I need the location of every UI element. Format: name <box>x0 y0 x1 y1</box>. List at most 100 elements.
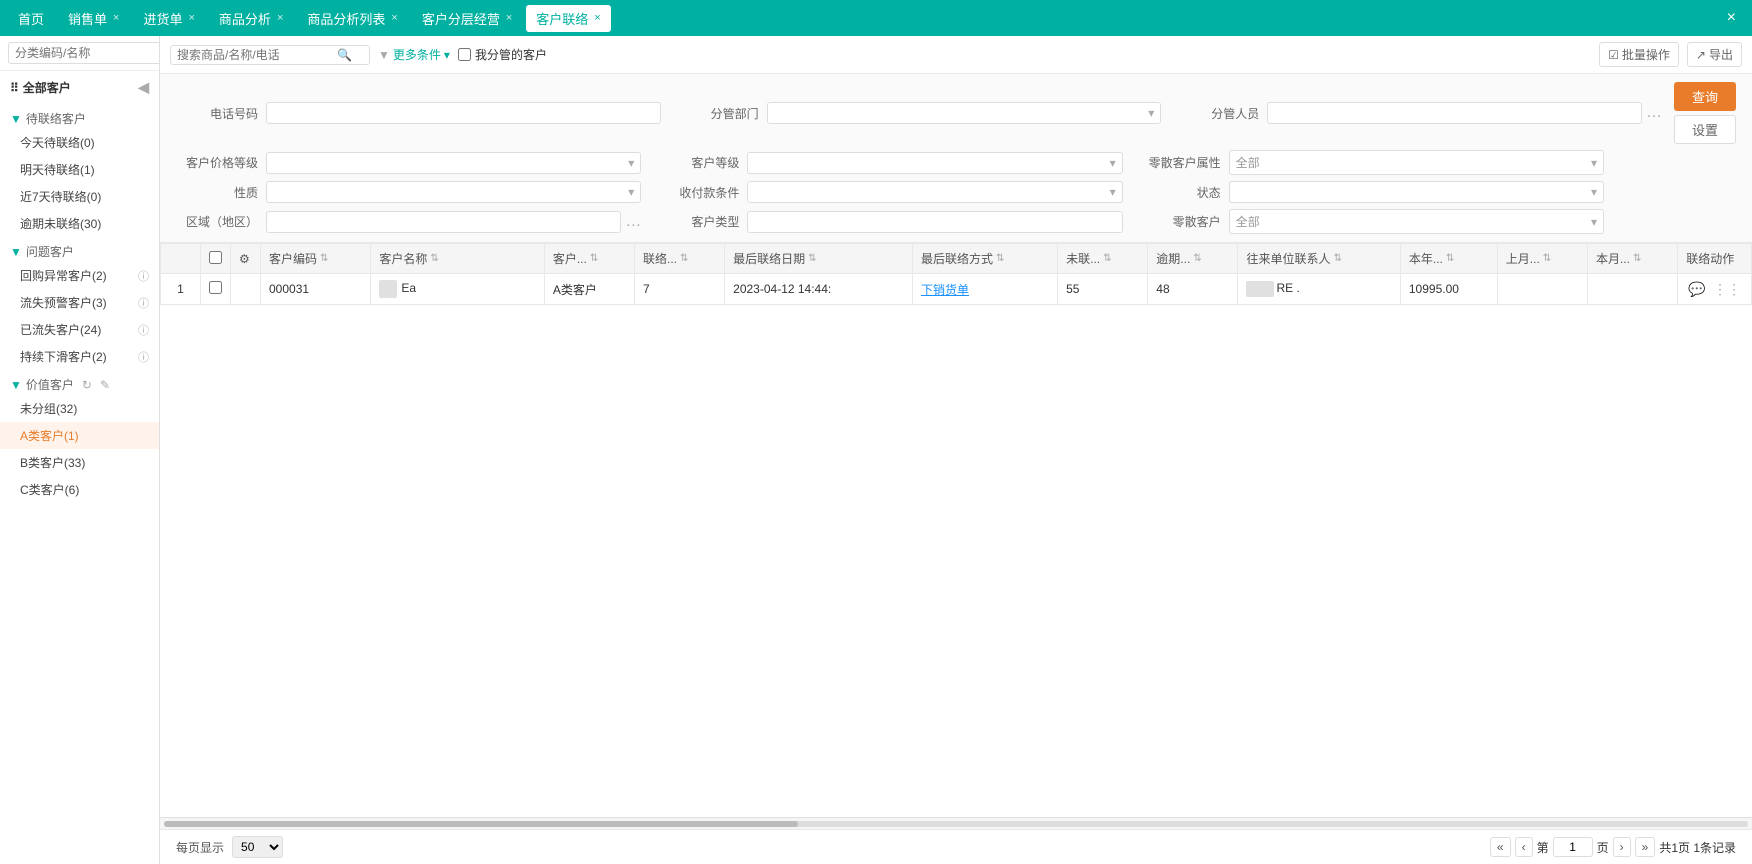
th-no-contact[interactable]: 未联...⇅ <box>1058 244 1148 274</box>
nav-goods-analysis[interactable]: 商品分析 × <box>209 5 293 32</box>
sidebar-item-lost-predicted[interactable]: 流失预警客户(3) ⓘ <box>0 289 159 316</box>
nav-customer-contact[interactable]: 客户联络 × <box>526 5 610 32</box>
batch-op-button[interactable]: ☑ 批量操作 <box>1599 42 1679 67</box>
sidebar-item-week[interactable]: 近7天待联络(0) <box>0 183 159 210</box>
retail-attr-select[interactable]: 全部 ▾ <box>1229 150 1604 175</box>
cell-this-month <box>1587 274 1677 305</box>
nav-customer-segment[interactable]: 客户分层经营 × <box>412 5 522 32</box>
my-customers-checkbox[interactable]: 我分管的客户 <box>458 46 547 63</box>
th-name[interactable]: 客户名称⇅ <box>371 244 544 274</box>
nav-home[interactable]: 首页 <box>8 5 54 32</box>
payment-select[interactable]: ▾ <box>747 181 1122 203</box>
nav-goods-analysis-list[interactable]: 商品分析列表 × <box>297 5 407 32</box>
sidebar-all-customers[interactable]: ⠿ 全部客户 ◀ <box>0 71 159 104</box>
dept-select[interactable]: ▾ <box>767 102 1162 124</box>
retail-customer-select[interactable]: 全部 ▾ <box>1229 209 1604 234</box>
edit-value-icon[interactable]: ✎ <box>100 378 110 392</box>
nature-select[interactable]: ▾ <box>266 181 641 203</box>
th-settings[interactable]: ⚙ <box>231 244 261 274</box>
sidebar-search-input[interactable] <box>8 42 160 64</box>
sidebar-item-already-lost[interactable]: 已流失客户(24) ⓘ <box>0 316 159 343</box>
sidebar-item-continuous-decrease[interactable]: 持续下滑客户(2) ⓘ <box>0 343 159 370</box>
contact-method-link[interactable]: 下销货单 <box>921 283 969 297</box>
close-customer-contact-icon[interactable]: × <box>594 12 600 24</box>
region-more-icon[interactable]: … <box>625 213 641 231</box>
cell-category: A类客户 <box>544 274 634 305</box>
prev-page-button[interactable]: ‹ <box>1515 837 1533 857</box>
global-close-button[interactable]: × <box>1719 5 1744 31</box>
status-select[interactable]: ▾ <box>1229 181 1604 203</box>
sidebar-item-repeat-abnormal[interactable]: 回购异常客户(2) ⓘ <box>0 262 159 289</box>
customer-level-select[interactable]: ▾ <box>747 152 1122 174</box>
sidebar-item-class-a[interactable]: A类客户(1) <box>0 422 159 449</box>
more-action-icon[interactable]: ⋮⋮ <box>1713 281 1741 297</box>
filter-dept: 分管部门 ▾ <box>677 102 1162 124</box>
query-button[interactable]: 查询 <box>1674 82 1736 111</box>
settings-button[interactable]: 设置 <box>1674 115 1736 144</box>
close-goods-list-icon[interactable]: × <box>391 12 397 24</box>
refresh-icon[interactable]: ↻ <box>82 378 92 392</box>
filter-search-icon[interactable]: 🔍 <box>337 48 352 62</box>
close-goods-analysis-icon[interactable]: × <box>277 12 283 24</box>
cell-contact-count: 7 <box>634 274 724 305</box>
phone-input[interactable] <box>266 102 661 124</box>
staff-more-icon[interactable]: … <box>1646 104 1662 122</box>
customer-type-input[interactable] <box>747 211 1122 233</box>
nav-sales[interactable]: 销售单 × <box>58 5 129 32</box>
select-all-checkbox[interactable] <box>209 251 222 264</box>
filter-search-input[interactable] <box>177 48 337 62</box>
cell-last-month <box>1497 274 1587 305</box>
cell-unit-contact: RE . <box>1238 274 1400 305</box>
last-page-button[interactable]: » <box>1635 837 1656 857</box>
th-this-year[interactable]: 本年...⇅ <box>1400 244 1497 274</box>
th-last-contact-method[interactable]: 最后联络方式⇅ <box>913 244 1058 274</box>
table-settings-icon[interactable]: ⚙ <box>239 252 250 266</box>
row-checkbox[interactable] <box>209 281 222 294</box>
export-button[interactable]: ↗ 导出 <box>1687 42 1742 67</box>
page-navigation: « ‹ 第 页 › » 共1页 1条记录 <box>1490 837 1736 857</box>
close-sales-icon[interactable]: × <box>113 12 119 24</box>
th-contact-count[interactable]: 联络...⇅ <box>634 244 724 274</box>
page-size-select[interactable]: 50 10 20 100 <box>232 836 283 858</box>
cell-no-contact: 55 <box>1058 274 1148 305</box>
sidebar-item-class-b[interactable]: B类客户(33) <box>0 449 159 476</box>
nav-purchase[interactable]: 进货单 × <box>133 5 204 32</box>
th-last-month[interactable]: 上月...⇅ <box>1497 244 1587 274</box>
th-this-month[interactable]: 本月...⇅ <box>1587 244 1677 274</box>
data-table: ⚙ 客户编码⇅ 客户名称⇅ 客户...⇅ 联络...⇅ <box>160 243 1752 305</box>
sidebar-item-unclassified[interactable]: 未分组(32) <box>0 395 159 422</box>
th-category[interactable]: 客户...⇅ <box>544 244 634 274</box>
th-unit-contact[interactable]: 往来单位联系人⇅ <box>1238 244 1400 274</box>
sidebar-item-class-c[interactable]: C类客户(6) <box>0 476 159 503</box>
filter-price-level: 客户价格等级 ▾ <box>176 152 641 174</box>
top-nav: 首页 销售单 × 进货单 × 商品分析 × 商品分析列表 × 客户分层经营 × … <box>0 0 1752 36</box>
next-page-button[interactable]: › <box>1613 837 1631 857</box>
sidebar-item-today[interactable]: 今天待联络(0) <box>0 129 159 156</box>
close-purchase-icon[interactable]: × <box>188 12 194 24</box>
price-level-select[interactable]: ▾ <box>266 152 641 174</box>
main-layout: 🔍 ⠿ 全部客户 ◀ ▼ 待联络客户 今天待联络(0) 明天待联络(1) 近7天… <box>0 36 1752 864</box>
cell-check[interactable] <box>201 274 231 305</box>
cell-last-contact-method[interactable]: 下销货单 <box>913 274 1058 305</box>
first-page-button[interactable]: « <box>1490 837 1511 857</box>
close-customer-segment-icon[interactable]: × <box>506 12 512 24</box>
page-number-input[interactable] <box>1553 837 1593 857</box>
sidebar-item-overdue-contact[interactable]: 逾期未联络(30) <box>0 210 159 237</box>
filter-region: 区域（地区） … <box>176 211 641 233</box>
sidebar-collapse-icon[interactable]: ◀ <box>138 79 149 96</box>
chat-action-icon[interactable]: 💬 <box>1688 281 1705 297</box>
sidebar-group-value: ▼ 价值客户 ↻ ✎ <box>0 370 159 395</box>
th-index <box>161 244 201 274</box>
region-input[interactable] <box>266 211 621 233</box>
more-filters-button[interactable]: ▼ 更多条件 ▾ <box>378 46 450 63</box>
horizontal-scrollbar[interactable] <box>160 817 1752 829</box>
th-check[interactable] <box>201 244 231 274</box>
th-last-contact-date[interactable]: 最后联络日期⇅ <box>725 244 913 274</box>
th-code[interactable]: 客户编码⇅ <box>261 244 371 274</box>
sidebar-group-pending: ▼ 待联络客户 <box>0 104 159 129</box>
table-row: 1 000031 Ea A类客户 7 2023-04-12 14:44: 下销货… <box>161 274 1752 305</box>
staff-input[interactable] <box>1267 102 1642 124</box>
sidebar-item-tomorrow[interactable]: 明天待联络(1) <box>0 156 159 183</box>
scrollbar-thumb[interactable] <box>164 821 798 827</box>
th-overdue[interactable]: 逾期...⇅ <box>1148 244 1238 274</box>
